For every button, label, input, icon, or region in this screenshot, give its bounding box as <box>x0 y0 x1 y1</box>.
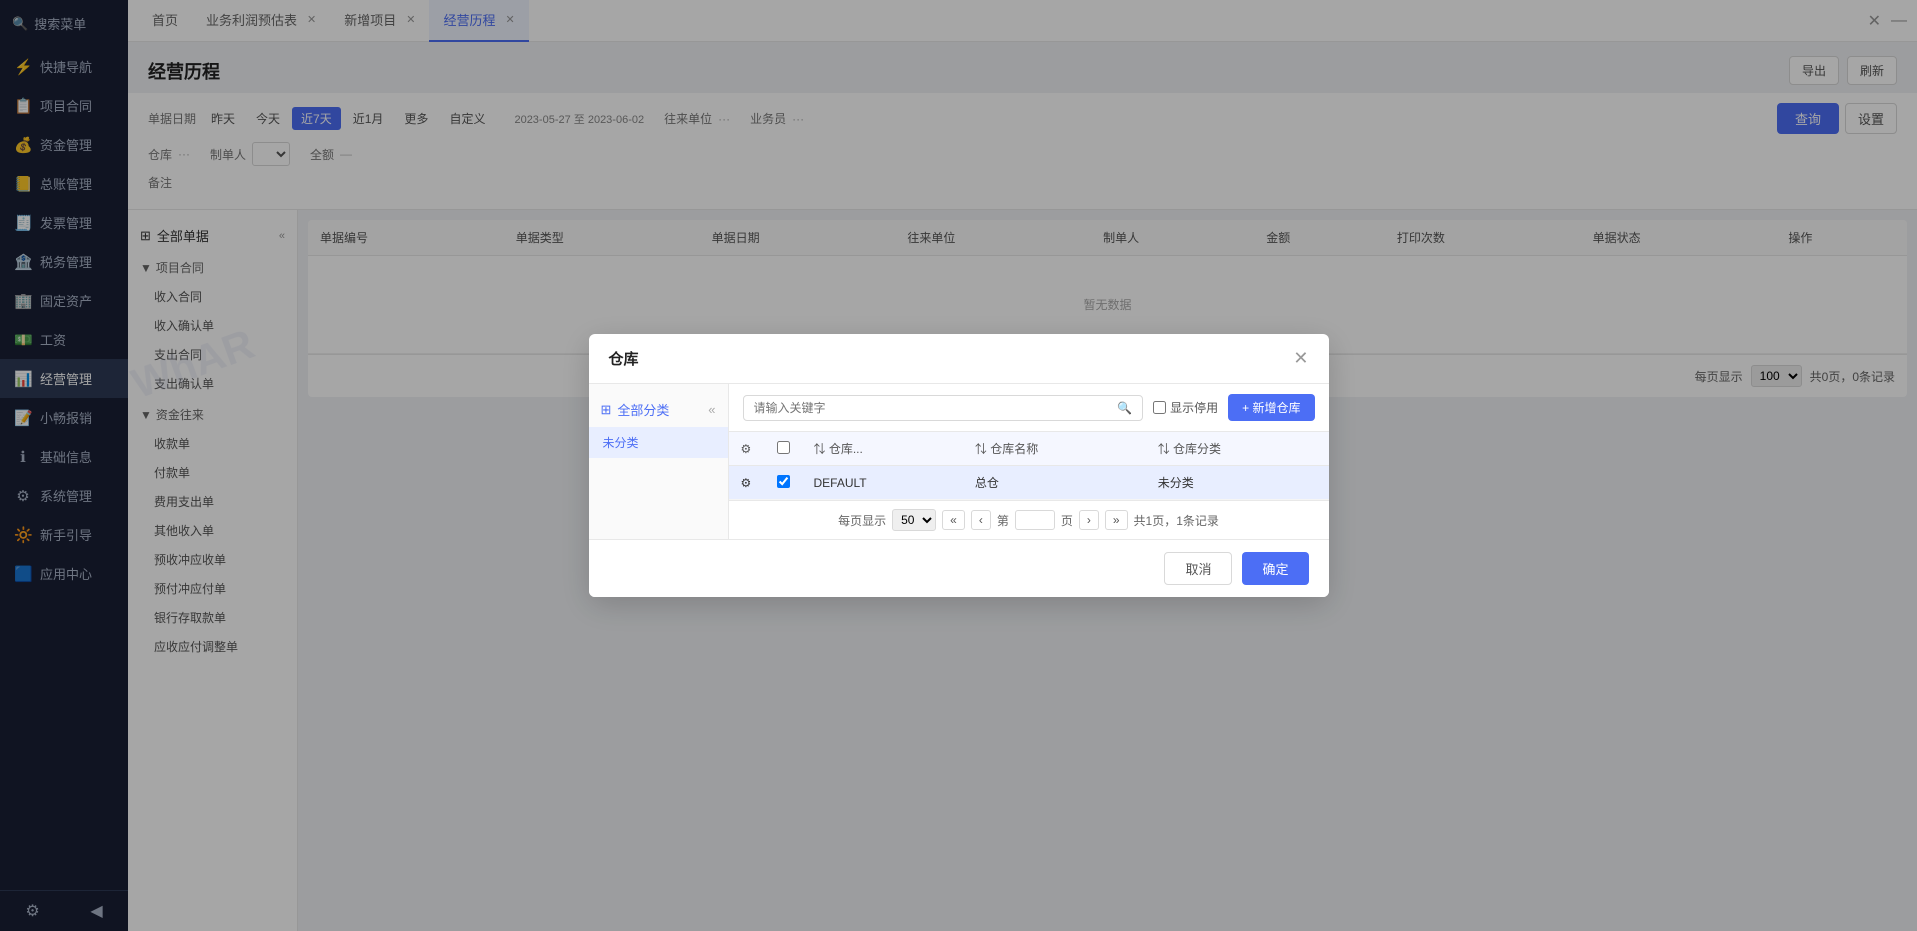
dialog-uncategorized-item[interactable]: 未分类 <box>589 427 728 458</box>
dialog-row-settings-cell: ⚙ <box>729 466 765 500</box>
dialog-row-category: 未分类 <box>1146 466 1329 500</box>
dialog-col-category: ⇅ 仓库分类 <box>1146 432 1329 466</box>
dialog-page-size-label: 每页显示 <box>838 512 886 529</box>
dialog-search-box: 🔍 <box>743 395 1144 421</box>
dialog-all-category[interactable]: ⊞ 全部分类 « <box>589 392 728 427</box>
dialog-page-size-select[interactable]: 50 <box>892 509 936 531</box>
next-page-button[interactable]: › <box>1079 510 1099 530</box>
dialog-col-code: ⇅ 仓库... <box>802 432 963 466</box>
dialog-table-row[interactable]: ⚙ DEFAULT 总仓 未分类 <box>729 466 1329 500</box>
dialog-left-panel: ⊞ 全部分类 « 未分类 <box>589 384 729 539</box>
dialog-search-input[interactable] <box>754 401 1112 415</box>
category-icon: ⊞ <box>601 402 612 418</box>
dialog-table-wrap: ⚙ ⇅ 仓库... ⇅ 仓库名称 ⇅ 仓库分类 ⚙ DEFAULT 总仓 未分类 <box>729 432 1329 500</box>
dialog-collapse-icon[interactable]: « <box>708 402 715 417</box>
prev-page-button[interactable]: ‹ <box>971 510 991 530</box>
row-settings-icon[interactable]: ⚙ <box>741 476 752 490</box>
page-label: 第 <box>997 512 1009 529</box>
dialog-search-icon: 🔍 <box>1117 401 1132 415</box>
dialog-row-code: DEFAULT <box>802 466 963 500</box>
warehouse-dialog: 仓库 ✕ ⊞ 全部分类 « 未分类 <box>589 334 1329 597</box>
dialog-header: 仓库 ✕ <box>589 334 1329 384</box>
show-disabled-checkbox[interactable] <box>1153 401 1166 414</box>
dialog-warehouse-table: ⚙ ⇅ 仓库... ⇅ 仓库名称 ⇅ 仓库分类 ⚙ DEFAULT 总仓 未分类 <box>729 432 1329 500</box>
dialog-total-text: 共1页，1条记录 <box>1134 512 1219 529</box>
row-checkbox[interactable] <box>777 475 790 488</box>
dialog-row-checkbox-cell <box>765 466 802 500</box>
modal-overlay[interactable]: 仓库 ✕ ⊞ 全部分类 « 未分类 <box>0 0 1917 931</box>
select-all-checkbox[interactable] <box>777 441 790 454</box>
dialog-body: ⊞ 全部分类 « 未分类 🔍 显示停 <box>589 384 1329 539</box>
dialog-col-name: ⇅ 仓库名称 <box>963 432 1146 466</box>
dialog-pagination: 每页显示 50 « ‹ 第 1 页 › » 共1页，1条记录 <box>729 500 1329 539</box>
page-suffix: 页 <box>1061 512 1073 529</box>
first-page-button[interactable]: « <box>942 510 965 530</box>
dialog-footer: 取消 确定 <box>589 539 1329 597</box>
dialog-row-name: 总仓 <box>963 466 1146 500</box>
show-disabled-label[interactable]: 显示停用 <box>1153 399 1218 416</box>
dialog-title: 仓库 <box>609 348 639 369</box>
add-warehouse-button[interactable]: + 新增仓库 <box>1228 394 1314 421</box>
settings-icon-col: ⚙ <box>741 442 752 456</box>
confirm-button[interactable]: 确定 <box>1242 552 1308 585</box>
cancel-button[interactable]: 取消 <box>1164 552 1232 585</box>
dialog-uncategorized-label: 未分类 <box>603 436 639 450</box>
last-page-button[interactable]: » <box>1105 510 1128 530</box>
dialog-all-label: 全部分类 <box>617 400 669 419</box>
page-number-input[interactable]: 1 <box>1015 510 1055 530</box>
dialog-table-header-row: ⚙ ⇅ 仓库... ⇅ 仓库名称 ⇅ 仓库分类 <box>729 432 1329 466</box>
dialog-table-body: ⚙ DEFAULT 总仓 未分类 <box>729 466 1329 500</box>
dialog-col-settings: ⚙ <box>729 432 765 466</box>
show-disabled-text: 显示停用 <box>1170 399 1218 416</box>
dialog-close-button[interactable]: ✕ <box>1293 348 1308 369</box>
dialog-toolbar: 🔍 显示停用 + 新增仓库 <box>729 384 1329 432</box>
dialog-right-panel: 🔍 显示停用 + 新增仓库 ⚙ <box>729 384 1329 539</box>
dialog-col-checkbox <box>765 432 802 466</box>
